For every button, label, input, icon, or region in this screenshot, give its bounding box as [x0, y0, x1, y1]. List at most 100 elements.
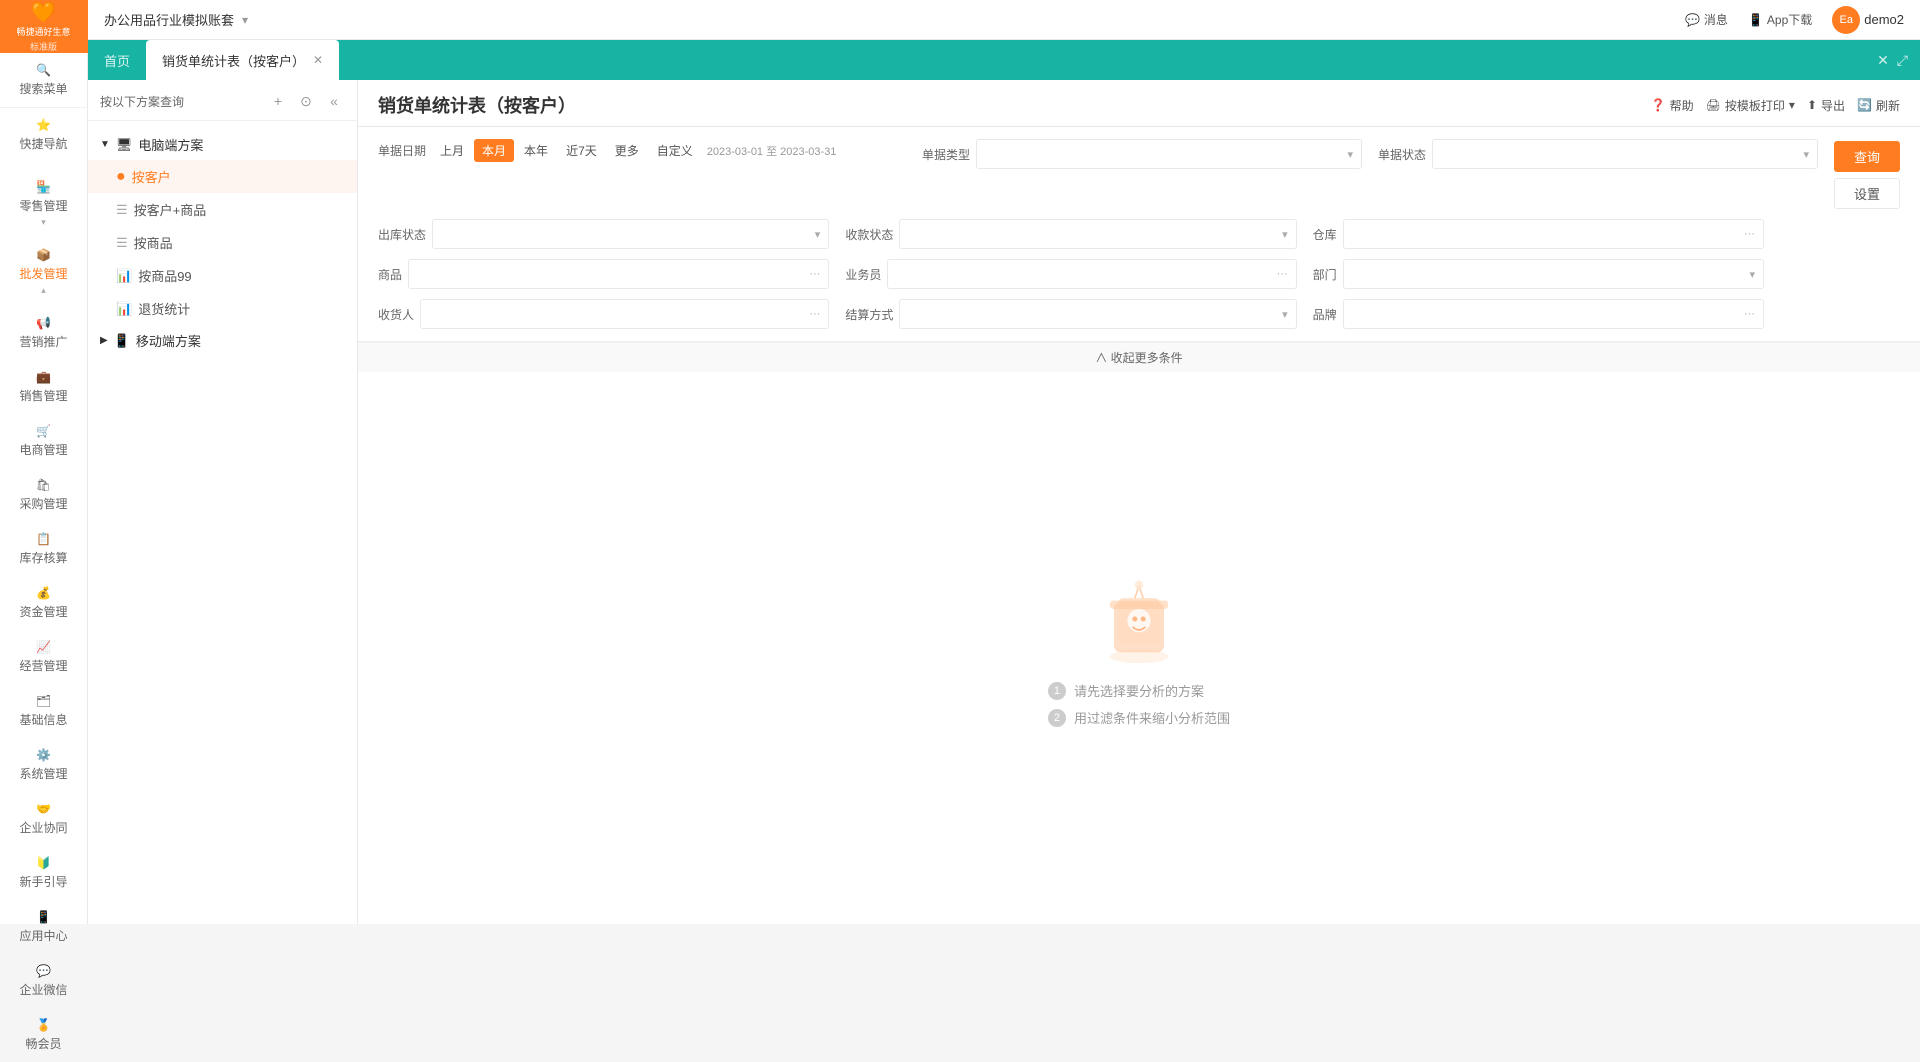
tab-sales-stat[interactable]: 销货单统计表（按客户） ✕ — [146, 40, 339, 80]
close-window-icon[interactable]: ✕ — [1877, 52, 1889, 69]
main-content: 办公用品行业模拟账套 ▾ 💬 消息 📱 App下载 Ea demo2 首页 销货… — [88, 0, 1920, 924]
scheme-icon: ☰ — [116, 202, 128, 218]
plus-icon: + — [274, 93, 282, 109]
sidebar-item-wholesale[interactable]: 📦 批发管理 ▴ — [0, 238, 88, 306]
search-menu-label: 搜索菜单 — [19, 80, 67, 97]
sidebar-item-marketing[interactable]: 📢 营销推广 — [0, 306, 88, 360]
refresh-label: 刷新 — [1876, 97, 1900, 114]
sidebar-item-label: 新手引导 — [19, 873, 67, 890]
settle-method-select[interactable]: ▾ — [899, 299, 1296, 329]
sidebar-item-label: 畅会员 — [25, 1035, 61, 1052]
filter-action-buttons: 查询 设置 — [1834, 139, 1900, 209]
scheme-by-customer[interactable]: ● 按客户 — [88, 160, 357, 193]
sidebar-item-guide[interactable]: 🔰 新手引导 — [0, 846, 88, 900]
scheme-by-product-99[interactable]: 📊 按商品99 — [88, 259, 357, 292]
salesperson-label: 业务员 — [845, 266, 881, 283]
help-icon: ❓ — [1651, 98, 1666, 112]
sidebar-item-enterprise[interactable]: 🤝 企业协同 — [0, 792, 88, 846]
sidebar-item-finance[interactable]: 💰 资金管理 — [0, 576, 88, 630]
sidebar-item-sales[interactable]: 💼 销售管理 — [0, 360, 88, 414]
search-menu[interactable]: 🔍 搜索菜单 — [0, 53, 88, 108]
user-profile[interactable]: Ea demo2 — [1832, 6, 1904, 34]
edit-scheme-button[interactable]: ⊙ — [295, 90, 317, 112]
scheme-by-customer-product[interactable]: ☰ 按客户+商品 — [88, 193, 357, 226]
sidebar-item-system[interactable]: ⚙️ 系统管理 — [0, 738, 88, 792]
tab-home[interactable]: 首页 — [88, 40, 146, 80]
dept-select[interactable]: ▾ — [1343, 259, 1764, 289]
this-month-btn[interactable]: 本月 — [474, 139, 514, 162]
this-year-btn[interactable]: 本年 — [516, 139, 556, 162]
sidebar-item-label: 经营管理 — [19, 657, 67, 674]
wechat-icon: 💬 — [36, 964, 51, 978]
help-label: 帮助 — [1670, 97, 1694, 114]
print-icon: 🖨 — [1706, 98, 1721, 112]
export-button[interactable]: ⬆ 导出 — [1807, 97, 1845, 114]
active-indicator: ● — [116, 168, 126, 186]
chevron-down-icon: ▾ — [41, 217, 46, 228]
product-select[interactable]: ··· — [408, 259, 829, 289]
query-button[interactable]: 查询 — [1834, 141, 1900, 172]
scheme-tree: ▼ 🖥 电脑端方案 ● 按客户 ☰ 按客户+商品 ☰ 按商品 — [88, 121, 357, 364]
filter-row-3: 商品 ··· 业务员 ··· 部门 — [378, 259, 1900, 289]
ecommerce-icon: 🛒 — [36, 424, 51, 438]
topbar-dropdown-icon[interactable]: ▾ — [242, 13, 248, 27]
sidebar-item-wechat[interactable]: 💬 企业微信 — [0, 954, 88, 1008]
app-download-button[interactable]: 📱 App下载 — [1748, 11, 1812, 28]
filter-row-2: 出库状态 ▾ 收款状态 ▾ 仓库 — [378, 219, 1900, 249]
sidebar-item-member[interactable]: 🏅 畅会员 — [0, 1008, 88, 1062]
receipt-status-label: 收款状态 — [845, 226, 893, 243]
last-7-days-btn[interactable]: 近7天 — [558, 139, 605, 162]
collapse-panel-button[interactable]: « — [323, 90, 345, 112]
warehouse-select[interactable]: ··· — [1343, 219, 1764, 249]
brand-section: 品牌 ··· — [1313, 299, 1764, 329]
hint-num-2: 2 — [1048, 709, 1066, 727]
refresh-button[interactable]: 🔄 刷新 — [1857, 97, 1900, 114]
sidebar-item-ecommerce[interactable]: 🛒 电商管理 — [0, 414, 88, 468]
sidebar-item-retail[interactable]: 🏪 零售管理 ▾ — [0, 170, 88, 238]
date-label: 单据日期 — [378, 142, 426, 159]
topbar-left: 办公用品行业模拟账套 ▾ — [104, 10, 248, 29]
operations-icon: 📈 — [36, 640, 51, 654]
more-date-btn[interactable]: 更多 — [607, 139, 647, 162]
sidebar-item-quick-nav[interactable]: ⭐ 快捷导航 — [0, 108, 88, 162]
mobile-group-title[interactable]: ▶ 📱 移动端方案 — [88, 325, 357, 356]
tab-close-button[interactable]: ✕ — [313, 53, 323, 67]
receipt-status-select[interactable]: ▾ — [899, 219, 1296, 249]
salesperson-select[interactable]: ··· — [887, 259, 1296, 289]
custom-date-btn[interactable]: 自定义 — [649, 139, 701, 162]
doc-type-select[interactable]: ▾ — [976, 139, 1362, 169]
purchase-icon: 🛍 — [36, 478, 51, 492]
receipt-status-arrow-icon: ▾ — [1282, 228, 1288, 241]
collapse-more-button[interactable]: ∧ 收起更多条件 — [358, 342, 1920, 372]
receiver-select[interactable]: ··· — [420, 299, 829, 329]
settings-button[interactable]: 设置 — [1834, 178, 1900, 209]
message-button[interactable]: 💬 消息 — [1685, 11, 1728, 28]
desktop-group-title[interactable]: ▼ 🖥 电脑端方案 — [88, 129, 357, 160]
sidebar-item-appcenter[interactable]: 📱 应用中心 — [0, 900, 88, 954]
empty-illustration — [1089, 569, 1189, 669]
sales-icon: 💼 — [36, 370, 51, 384]
salesperson-section: 业务员 ··· — [845, 259, 1296, 289]
maximize-window-icon[interactable]: ⤢ — [1897, 52, 1908, 69]
last-month-btn[interactable]: 上月 — [432, 139, 472, 162]
quick-nav-icon: ⭐ — [36, 118, 51, 132]
out-status-select[interactable]: ▾ — [432, 219, 829, 249]
add-scheme-button[interactable]: + — [267, 90, 289, 112]
expand-icon: ▼ — [100, 139, 110, 150]
brand-select[interactable]: ··· — [1343, 299, 1764, 329]
doc-status-select[interactable]: ▾ — [1432, 139, 1818, 169]
mobile-icon: 📱 — [114, 333, 130, 349]
sidebar-item-purchase[interactable]: 🛍 采购管理 — [0, 468, 88, 522]
scheme-by-product[interactable]: ☰ 按商品 — [88, 226, 357, 259]
print-button[interactable]: 🖨 按模板打印 ▾ — [1706, 97, 1795, 114]
appcenter-icon: 📱 — [36, 910, 51, 924]
empty-hint-container: 1 请先选择要分析的方案 2 用过滤条件来缩小分析范围 — [1048, 681, 1230, 727]
username-label: demo2 — [1864, 12, 1904, 27]
sidebar-item-basic[interactable]: 🗂 基础信息 — [0, 684, 88, 738]
page-header: 销货单统计表（按客户） ❓ 帮助 🖨 按模板打印 ▾ ⬆ 导出 — [358, 80, 1920, 127]
scheme-return-stats[interactable]: 📊 退货统计 — [88, 292, 357, 325]
sidebar-item-inventory[interactable]: 📋 库存核算 — [0, 522, 88, 576]
help-button[interactable]: ❓ 帮助 — [1651, 97, 1694, 114]
sidebar-item-operations[interactable]: 📈 经营管理 — [0, 630, 88, 684]
filter-area: 单据日期 上月 本月 本年 近7天 更多 自定义 2023-03-01 至 20… — [358, 127, 1920, 342]
